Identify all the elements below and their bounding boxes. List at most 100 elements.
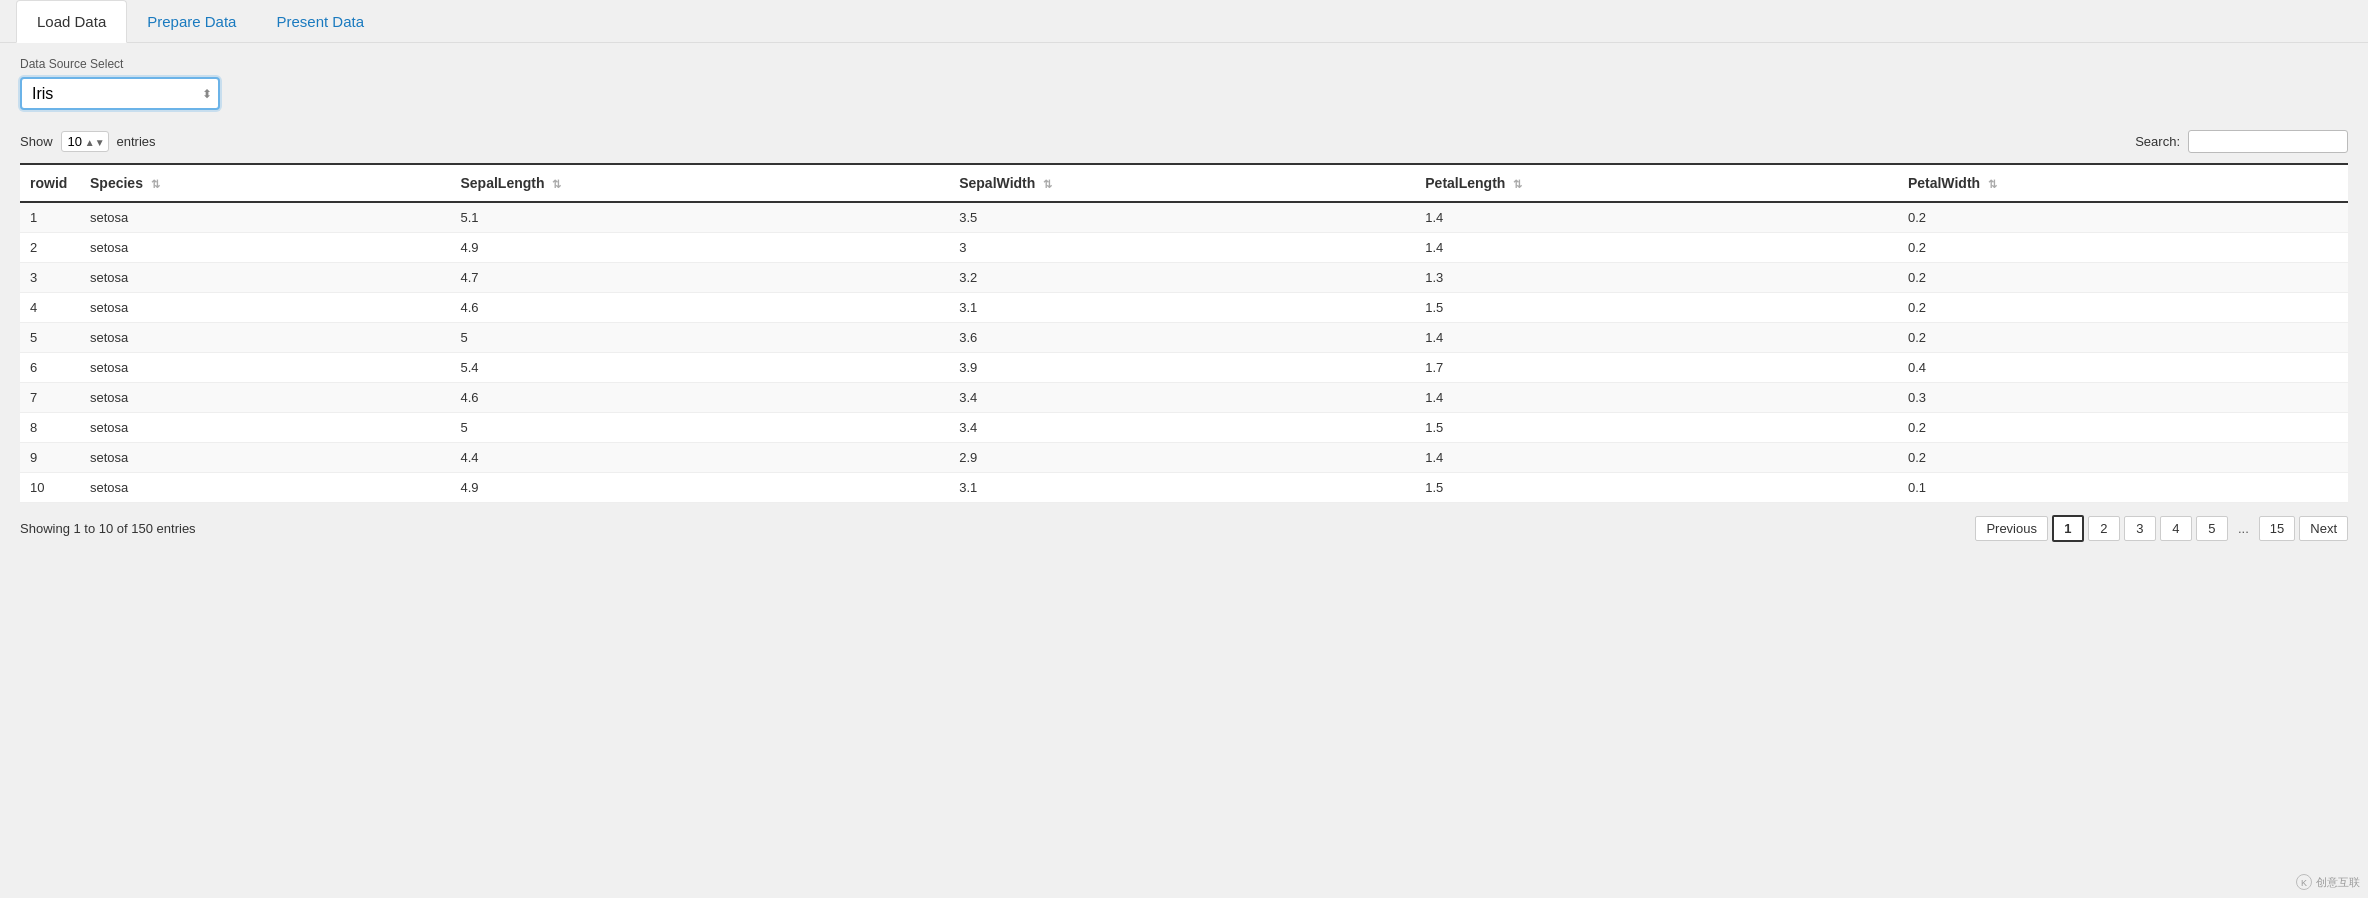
show-entries-select[interactable]: 10 25 50 100 xyxy=(61,131,109,152)
cell-rowid: 10 xyxy=(20,473,80,503)
cell-petalLength: 1.7 xyxy=(1415,353,1898,383)
cell-petalWidth: 0.2 xyxy=(1898,202,2348,233)
tab-load-data[interactable]: Load Data xyxy=(16,0,127,43)
petal-length-sort-icon: ⇅ xyxy=(1513,178,1522,190)
entries-label: entries xyxy=(117,134,156,149)
col-header-petal-width[interactable]: PetalWidth ⇅ xyxy=(1898,164,2348,202)
cell-petalWidth: 0.2 xyxy=(1898,413,2348,443)
pagination-page-4[interactable]: 4 xyxy=(2160,516,2192,541)
table-row: 10setosa4.93.11.50.1 xyxy=(20,473,2348,503)
col-header-sepal-width[interactable]: SepalWidth ⇅ xyxy=(949,164,1415,202)
cell-sepalLength: 4.9 xyxy=(451,233,950,263)
pagination-page-3[interactable]: 3 xyxy=(2124,516,2156,541)
cell-sepalWidth: 3.2 xyxy=(949,263,1415,293)
cell-species: setosa xyxy=(80,293,451,323)
cell-species: setosa xyxy=(80,473,451,503)
cell-sepalLength: 5 xyxy=(451,323,950,353)
table-body: 1setosa5.13.51.40.22setosa4.931.40.23set… xyxy=(20,202,2348,503)
cell-sepalWidth: 3.4 xyxy=(949,413,1415,443)
cell-petalWidth: 0.2 xyxy=(1898,263,2348,293)
table-row: 9setosa4.42.91.40.2 xyxy=(20,443,2348,473)
table-wrapper: rowid Species ⇅ SepalLength ⇅ SepalWidth… xyxy=(0,163,2368,503)
cell-petalLength: 1.4 xyxy=(1415,383,1898,413)
cell-species: setosa xyxy=(80,323,451,353)
table-header-row: rowid Species ⇅ SepalLength ⇅ SepalWidth… xyxy=(20,164,2348,202)
pagination-prev[interactable]: Previous xyxy=(1975,516,2048,541)
cell-sepalWidth: 3.9 xyxy=(949,353,1415,383)
tab-prepare-data[interactable]: Prepare Data xyxy=(127,1,256,42)
table-row: 2setosa4.931.40.2 xyxy=(20,233,2348,263)
cell-rowid: 2 xyxy=(20,233,80,263)
cell-petalWidth: 0.2 xyxy=(1898,233,2348,263)
cell-petalWidth: 0.2 xyxy=(1898,443,2348,473)
cell-petalLength: 1.4 xyxy=(1415,202,1898,233)
cell-petalWidth: 0.3 xyxy=(1898,383,2348,413)
table-row: 8setosa53.41.50.2 xyxy=(20,413,2348,443)
show-select-wrapper: 10 25 50 100 ▲▼ xyxy=(61,131,109,152)
cell-rowid: 9 xyxy=(20,443,80,473)
cell-species: setosa xyxy=(80,383,451,413)
cell-species: setosa xyxy=(80,443,451,473)
pagination: Previous 1 2 3 4 5 ... 15 Next xyxy=(1975,515,2348,542)
tab-present-data[interactable]: Present Data xyxy=(256,1,384,42)
tabs-bar: Load Data Prepare Data Present Data xyxy=(0,0,2368,43)
cell-petalLength: 1.3 xyxy=(1415,263,1898,293)
watermark-text: 创意互联 xyxy=(2316,875,2360,890)
cell-rowid: 7 xyxy=(20,383,80,413)
cell-sepalLength: 4.6 xyxy=(451,383,950,413)
sepal-width-sort-icon: ⇅ xyxy=(1043,178,1052,190)
cell-petalLength: 1.4 xyxy=(1415,323,1898,353)
cell-rowid: 8 xyxy=(20,413,80,443)
table-row: 7setosa4.63.41.40.3 xyxy=(20,383,2348,413)
app-container: Load Data Prepare Data Present Data Data… xyxy=(0,0,2368,898)
search-section: Search: xyxy=(2135,130,2348,153)
cell-species: setosa xyxy=(80,263,451,293)
data-table: rowid Species ⇅ SepalLength ⇅ SepalWidth… xyxy=(20,163,2348,503)
table-row: 5setosa53.61.40.2 xyxy=(20,323,2348,353)
col-header-sepal-length[interactable]: SepalLength ⇅ xyxy=(451,164,950,202)
cell-species: setosa xyxy=(80,233,451,263)
cell-sepalLength: 4.6 xyxy=(451,293,950,323)
showing-text: Showing 1 to 10 of 150 entries xyxy=(20,521,196,536)
petal-width-sort-icon: ⇅ xyxy=(1988,178,1997,190)
watermark: K 创意互联 xyxy=(2296,874,2360,890)
cell-rowid: 6 xyxy=(20,353,80,383)
cell-sepalWidth: 3.1 xyxy=(949,293,1415,323)
cell-petalLength: 1.4 xyxy=(1415,443,1898,473)
col-header-petal-length[interactable]: PetalLength ⇅ xyxy=(1415,164,1898,202)
pagination-next[interactable]: Next xyxy=(2299,516,2348,541)
pagination-page-1[interactable]: 1 xyxy=(2052,515,2084,542)
table-row: 4setosa4.63.11.50.2 xyxy=(20,293,2348,323)
table-row: 6setosa5.43.91.70.4 xyxy=(20,353,2348,383)
pagination-page-last[interactable]: 15 xyxy=(2259,516,2295,541)
col-header-rowid[interactable]: rowid xyxy=(20,164,80,202)
cell-petalWidth: 0.2 xyxy=(1898,293,2348,323)
pagination-page-2[interactable]: 2 xyxy=(2088,516,2120,541)
show-entries: Show 10 25 50 100 ▲▼ entries xyxy=(20,131,156,152)
cell-species: setosa xyxy=(80,353,451,383)
cell-sepalLength: 4.7 xyxy=(451,263,950,293)
cell-petalLength: 1.5 xyxy=(1415,293,1898,323)
cell-petalWidth: 0.1 xyxy=(1898,473,2348,503)
cell-sepalWidth: 3.5 xyxy=(949,202,1415,233)
cell-sepalWidth: 2.9 xyxy=(949,443,1415,473)
search-input[interactable] xyxy=(2188,130,2348,153)
cell-species: setosa xyxy=(80,202,451,233)
table-row: 3setosa4.73.21.30.2 xyxy=(20,263,2348,293)
watermark-icon: K xyxy=(2296,874,2312,890)
cell-sepalWidth: 3 xyxy=(949,233,1415,263)
cell-sepalLength: 5.1 xyxy=(451,202,950,233)
cell-rowid: 1 xyxy=(20,202,80,233)
sepal-length-sort-icon: ⇅ xyxy=(552,178,561,190)
cell-sepalLength: 4.9 xyxy=(451,473,950,503)
data-source-select[interactable]: Iris mtcars diamonds xyxy=(20,77,220,110)
data-source-label: Data Source Select xyxy=(20,57,2348,71)
cell-species: setosa xyxy=(80,413,451,443)
cell-rowid: 4 xyxy=(20,293,80,323)
cell-sepalLength: 4.4 xyxy=(451,443,950,473)
cell-petalLength: 1.5 xyxy=(1415,413,1898,443)
cell-sepalWidth: 3.4 xyxy=(949,383,1415,413)
show-label: Show xyxy=(20,134,53,149)
col-header-species[interactable]: Species ⇅ xyxy=(80,164,451,202)
pagination-page-5[interactable]: 5 xyxy=(2196,516,2228,541)
